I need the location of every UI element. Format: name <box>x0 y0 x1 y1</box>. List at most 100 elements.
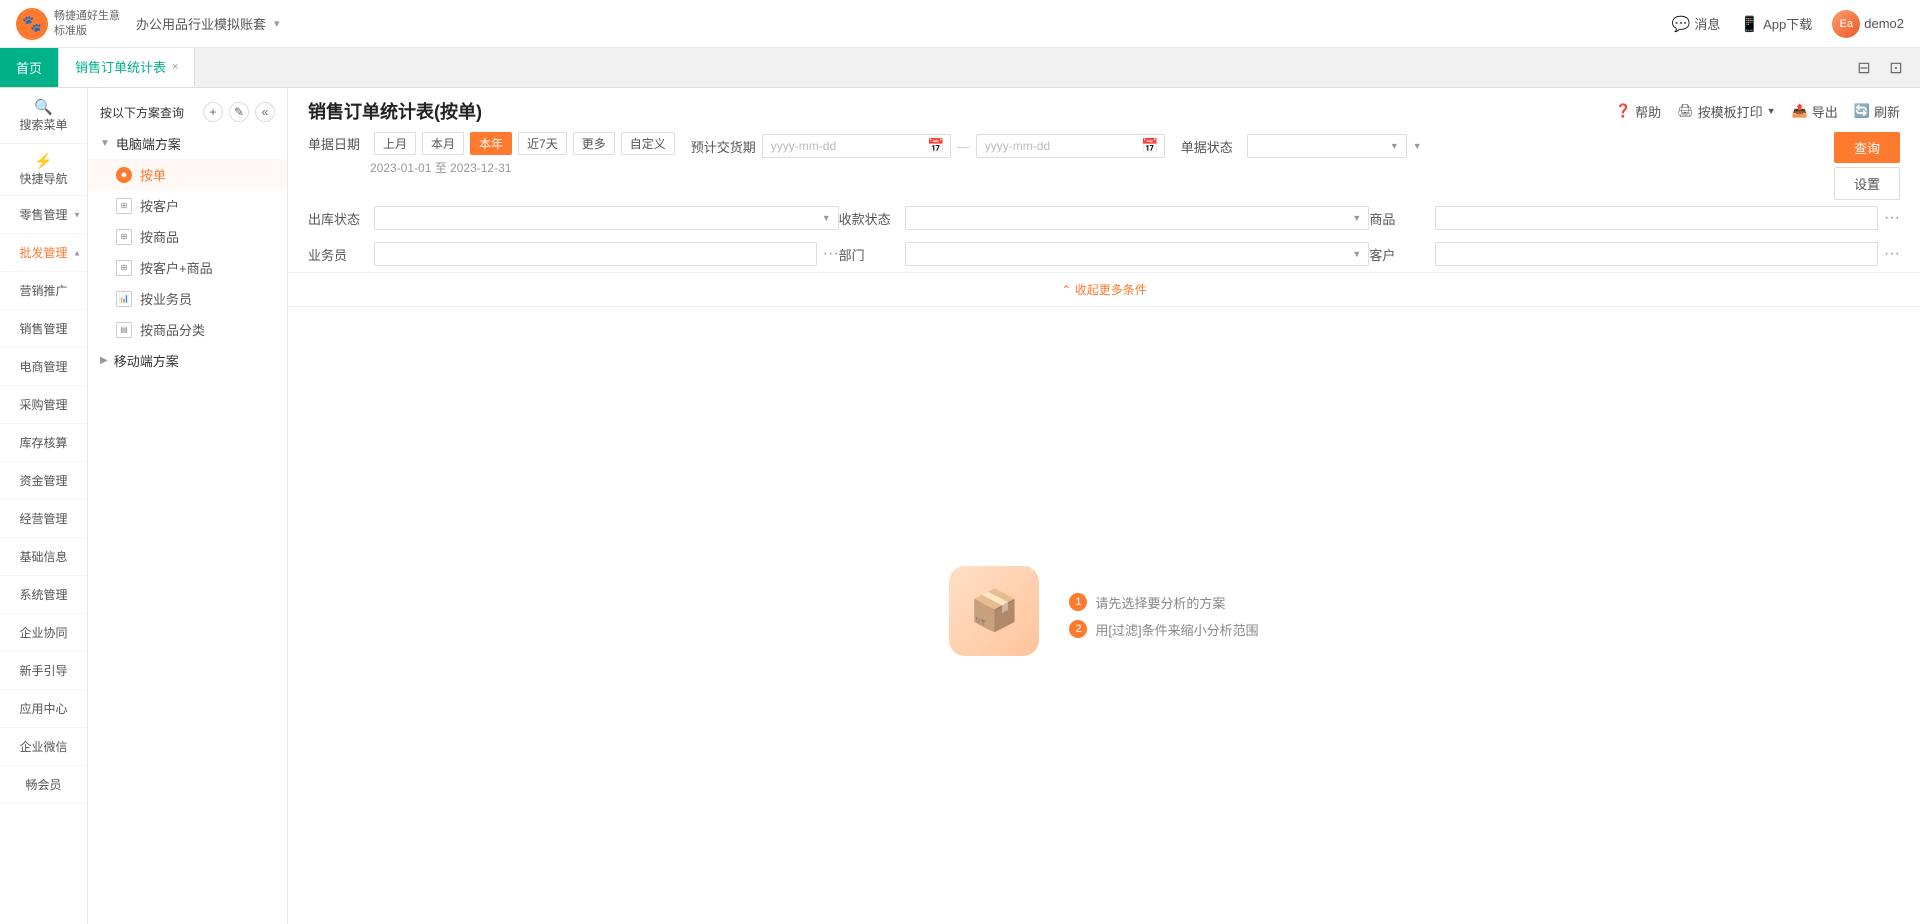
filter-panel: 销售订单统计表(按单) ❓ 帮助 🖨 按模板打印 ▼ 📤 导出 <box>288 88 1920 924</box>
scheme-header: 按以下方案查询 + ✎ « <box>88 96 287 128</box>
page-title: 销售订单统计表(按单) <box>308 98 482 124</box>
out-status-filter: 出库状态 <box>308 206 839 230</box>
tab-active[interactable]: 销售订单统计表 × <box>59 48 195 87</box>
logo: 🐾 畅捷通好生意 标准版 <box>16 8 120 40</box>
sidebar: 🔍 搜索菜单 ⚡ 快捷导航 零售管理 批发管理 营销推广 销售管理 电商管理 采… <box>0 88 88 924</box>
last-month-btn[interactable]: 上月 <box>374 132 416 155</box>
salesperson-filter: 业务员 ··· <box>308 242 839 266</box>
empty-tip-2: 2 用[过滤]条件来缩小分析范围 <box>1069 620 1258 639</box>
sidebar-item-ecommerce[interactable]: 电商管理 <box>0 348 87 386</box>
help-btn[interactable]: ❓ 帮助 <box>1615 102 1661 121</box>
app-download-btn[interactable]: 📱 App下载 <box>1740 14 1812 33</box>
scheme-panel: 按以下方案查询 + ✎ « ▼ 电脑端方案 ● 按单 ⊞ 按客户 <box>88 88 288 924</box>
doc-status-select[interactable] <box>1247 134 1407 158</box>
app-title[interactable]: 办公用品行业模拟账套 ▾ <box>120 14 1672 33</box>
scheme-item-by-customer[interactable]: ⊞ 按客户 <box>88 190 287 221</box>
sidebar-item-member[interactable]: 畅会员 <box>0 766 87 804</box>
sidebar-search[interactable]: 🔍 搜索菜单 <box>0 88 87 144</box>
sidebar-item-purchase[interactable]: 采购管理 <box>0 386 87 424</box>
export-btn[interactable]: 📤 导出 <box>1792 102 1838 121</box>
this-month-btn[interactable]: 本月 <box>422 132 464 155</box>
tab-close-icon[interactable]: × <box>172 61 178 73</box>
salesperson-more-btn[interactable]: ··· <box>823 245 839 263</box>
scheme-item-icon-category: ▤ <box>116 322 132 338</box>
settings-btn[interactable]: 设置 <box>1834 167 1900 200</box>
scheme-item-icon-goods: ⊞ <box>116 229 132 245</box>
sidebar-item-basic[interactable]: 基础信息 <box>0 538 87 576</box>
message-btn[interactable]: 💬 消息 <box>1672 14 1721 33</box>
message-icon: 💬 <box>1672 15 1691 33</box>
user-profile[interactable]: Ea demo2 <box>1832 10 1904 38</box>
scheme-item-by-category[interactable]: ▤ 按商品分类 <box>88 314 287 345</box>
empty-tips: 1 请先选择要分析的方案 2 用[过滤]条件来缩小分析范围 <box>1069 593 1258 639</box>
empty-illustration: 📦 <box>949 566 1049 666</box>
scheme-item-by-goods[interactable]: ⊞ 按商品 <box>88 221 287 252</box>
receive-status-select[interactable] <box>905 206 1370 230</box>
goods-filter: 商品 ··· <box>1369 206 1900 230</box>
empty-state: 📦 1 请先选择要分析的方案 2 用[过滤]条件来缩小分析范围 <box>288 307 1920 924</box>
sidebar-item-newuser[interactable]: 新手引导 <box>0 652 87 690</box>
scheme-edit-btn[interactable]: ✎ <box>229 102 249 122</box>
goods-more-btn[interactable]: ··· <box>1884 209 1900 227</box>
customer-input[interactable] <box>1435 242 1878 266</box>
help-icon: ❓ <box>1615 103 1631 119</box>
scheme-item-by-customer-goods[interactable]: ⊞ 按客户+商品 <box>88 252 287 283</box>
query-btn[interactable]: 查询 <box>1834 132 1900 163</box>
calendar-icon-start[interactable]: 📅 <box>927 138 944 155</box>
expected-date-start[interactable] <box>762 134 951 158</box>
expected-date-end[interactable] <box>976 134 1165 158</box>
sidebar-item-system[interactable]: 系统管理 <box>0 576 87 614</box>
last7days-btn[interactable]: 近7天 <box>518 132 567 155</box>
this-year-btn[interactable]: 本年 <box>470 132 512 155</box>
sidebar-item-corp[interactable]: 企业协同 <box>0 614 87 652</box>
maximize-btn[interactable]: ⊡ <box>1884 56 1908 80</box>
tab-bar: 首页 销售订单统计表 × ⊟ ⊡ <box>0 48 1920 88</box>
sidebar-item-wechat[interactable]: 企业微信 <box>0 728 87 766</box>
sidebar-item-inventory[interactable]: 库存核算 <box>0 424 87 462</box>
dept-select[interactable] <box>905 242 1370 266</box>
minimize-btn[interactable]: ⊟ <box>1852 56 1876 80</box>
scheme-add-btn[interactable]: + <box>203 102 223 122</box>
scheme-item-icon-sales: 📊 <box>116 291 132 307</box>
logo-icon: 🐾 <box>16 8 48 40</box>
more-btn[interactable]: 更多 <box>573 132 615 155</box>
sidebar-item-marketing[interactable]: 营销推广 <box>0 272 87 310</box>
out-status-label: 出库状态 <box>308 209 368 228</box>
phone-icon: 📱 <box>1740 15 1759 33</box>
receive-status-label: 收款状态 <box>839 209 899 228</box>
sidebar-item-management[interactable]: 经营管理 <box>0 500 87 538</box>
sidebar-item-retail[interactable]: 零售管理 <box>0 196 87 234</box>
salesperson-input[interactable] <box>374 242 817 266</box>
scheme-item-icon-cg: ⊞ <box>116 260 132 276</box>
export-icon: 📤 <box>1792 103 1808 119</box>
sidebar-item-wholesale[interactable]: 批发管理 <box>0 234 87 272</box>
top-bar-right: 💬 消息 📱 App下载 Ea demo2 <box>1672 10 1904 38</box>
refresh-btn[interactable]: 🔄 刷新 <box>1854 102 1900 121</box>
scheme-section-pc[interactable]: ▼ 电脑端方案 <box>88 128 287 159</box>
calendar-icon-end[interactable]: 📅 <box>1141 138 1158 155</box>
dropdown-icon[interactable]: ▾ <box>274 17 280 30</box>
sidebar-quick-nav[interactable]: ⚡ 快捷导航 <box>0 144 87 196</box>
scheme-collapse-btn[interactable]: « <box>255 102 275 122</box>
custom-btn[interactable]: 自定义 <box>621 132 675 155</box>
sidebar-item-appstore[interactable]: 应用中心 <box>0 690 87 728</box>
tab-home[interactable]: 首页 <box>0 48 59 87</box>
doc-status-dropdown-arrow[interactable]: ▼ <box>1413 141 1422 151</box>
tip-num-1: 1 <box>1069 593 1087 611</box>
scheme-section-mobile[interactable]: ▶ 移动端方案 <box>88 345 287 376</box>
scheme-item-by-salesperson[interactable]: 📊 按业务员 <box>88 283 287 314</box>
tab-bar-actions: ⊟ ⊡ <box>1840 48 1920 87</box>
content-panel: 按以下方案查询 + ✎ « ▼ 电脑端方案 ● 按单 ⊞ 按客户 <box>88 88 1920 924</box>
collapse-btn[interactable]: ⌃ 收起更多条件 <box>288 272 1920 307</box>
print-dropdown-icon: ▼ <box>1767 106 1776 116</box>
sidebar-item-finance[interactable]: 资金管理 <box>0 462 87 500</box>
out-status-select[interactable] <box>374 206 839 230</box>
doc-status-label: 单据状态 <box>1181 137 1241 156</box>
customer-more-btn[interactable]: ··· <box>1884 245 1900 263</box>
template-print-btn[interactable]: 🖨 按模板打印 ▼ <box>1677 102 1775 121</box>
goods-label: 商品 <box>1369 209 1429 228</box>
print-icon: 🖨 <box>1677 103 1694 119</box>
sidebar-item-sales[interactable]: 销售管理 <box>0 310 87 348</box>
scheme-item-by-order[interactable]: ● 按单 <box>88 159 287 190</box>
goods-input[interactable] <box>1435 206 1878 230</box>
